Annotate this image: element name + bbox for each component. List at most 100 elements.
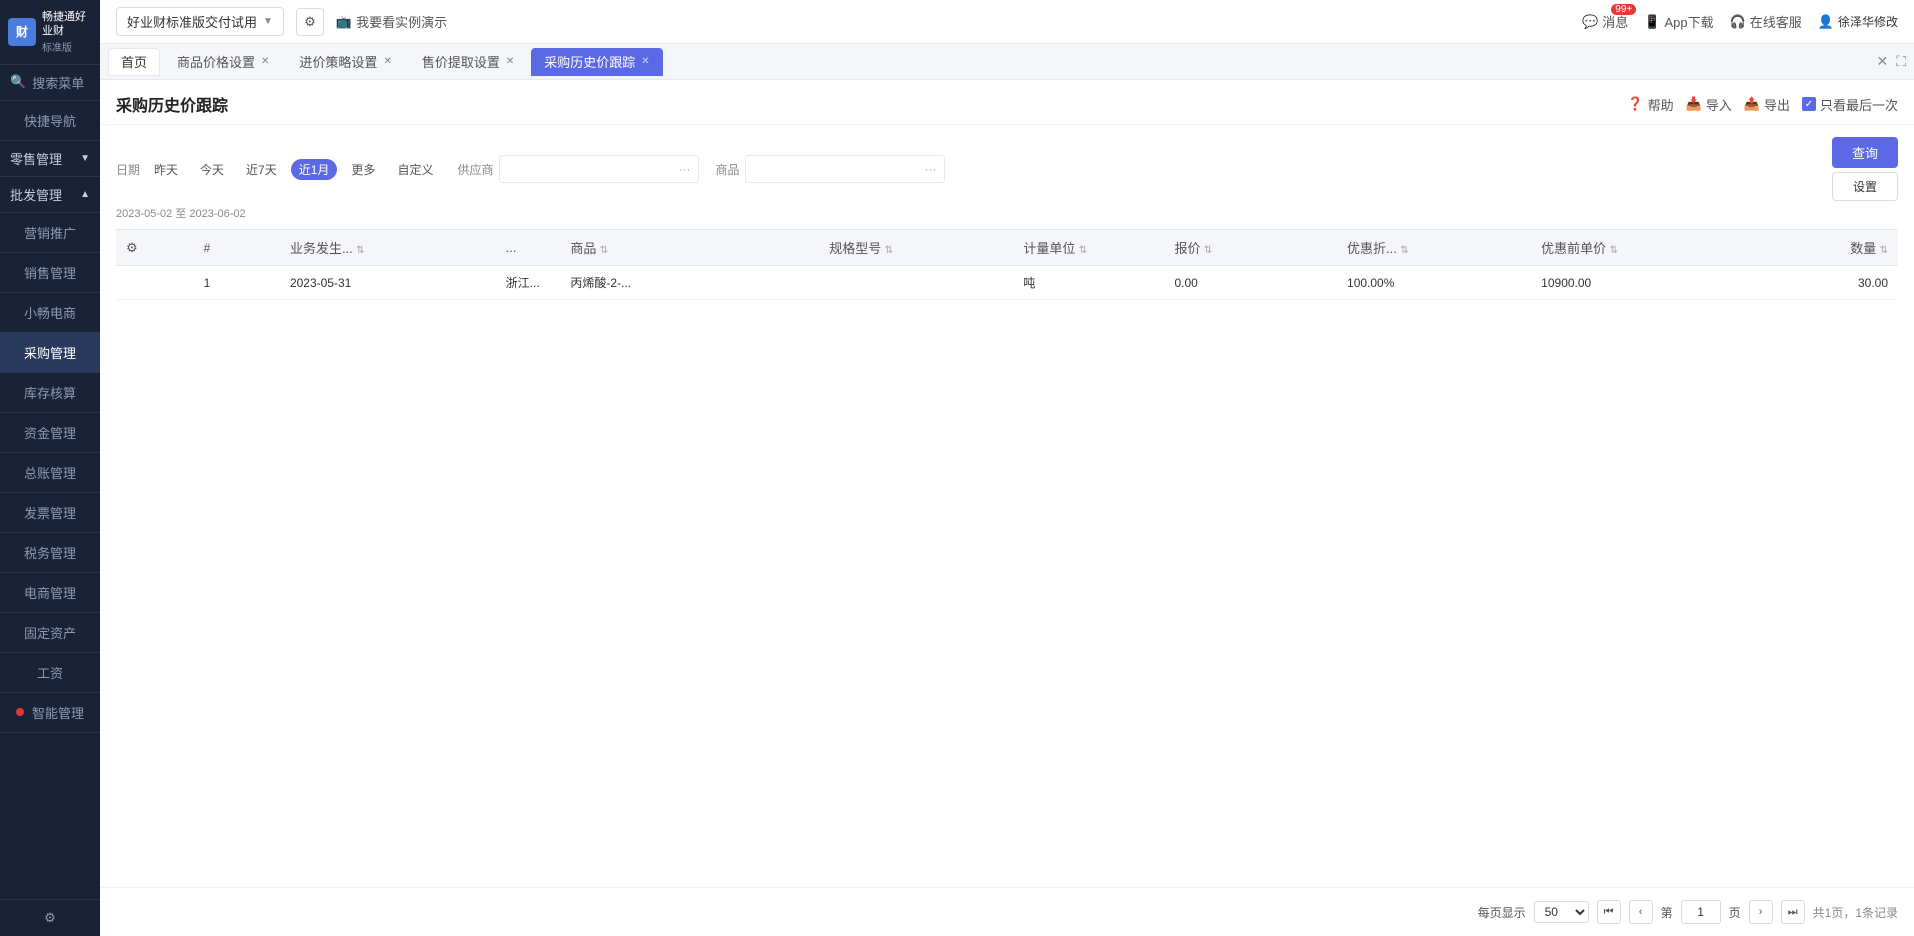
sort-icon: ⇅: [1079, 245, 1087, 256]
online-service-button[interactable]: 🎧 在线客服: [1730, 12, 1802, 31]
gear-icon: ⚙: [304, 14, 316, 30]
sort-icon: ⇅: [1880, 245, 1888, 256]
col-quote-header[interactable]: 报价 ⇅: [1164, 230, 1337, 266]
demo-link[interactable]: 📺 我要看实例演示: [336, 12, 447, 31]
supplier-filter-label: 供应商: [457, 161, 493, 178]
tab-sale-price-extract[interactable]: 售价提取设置 ✕: [409, 48, 527, 76]
messages-button[interactable]: 💬 消息 99+: [1582, 12, 1628, 31]
col-goods-label: 商品: [570, 241, 596, 256]
sort-icon: ⇅: [1400, 245, 1408, 256]
sidebar-item-finance[interactable]: 资金管理: [0, 413, 100, 453]
goods-input[interactable]: ···: [745, 155, 945, 183]
sidebar-item-label: 资金管理: [24, 423, 76, 442]
sidebar-item-invoice[interactable]: 发票管理: [0, 493, 100, 533]
help-icon: ❓: [1627, 96, 1643, 112]
col-more-label: ...: [506, 240, 517, 255]
prev-page-button[interactable]: ‹: [1629, 900, 1653, 924]
table-row: 1 2023-05-31 浙江... 丙烯酸-2-... 吨 0.00 100.…: [116, 266, 1898, 300]
sidebar-item-ecom-small[interactable]: 小畅电商: [0, 293, 100, 333]
app-edition: 标准版: [42, 39, 92, 54]
row-num-cell: 1: [194, 266, 280, 300]
date-btn-more[interactable]: 更多: [343, 159, 383, 180]
sidebar-item-assets[interactable]: 固定资产: [0, 613, 100, 653]
version-settings-button[interactable]: ⚙: [296, 8, 324, 36]
tab-price-settings[interactable]: 商品价格设置 ✕: [164, 48, 282, 76]
export-button[interactable]: 📤 导出: [1744, 95, 1790, 114]
version-label: 好业财标准版交付试用: [127, 12, 257, 31]
last-page-button[interactable]: ⏭: [1781, 900, 1805, 924]
sidebar-item-purchase[interactable]: 采购管理: [0, 333, 100, 373]
version-selector[interactable]: 好业财标准版交付试用 ▼: [116, 7, 284, 36]
sidebar-item-marketing[interactable]: 营销推广: [0, 213, 100, 253]
row-quote-cell: 0.00: [1164, 266, 1337, 300]
filter-bar: 日期 昨天 今天 近7天 近1月 更多 自定义 供应商 ··· 商品 ···: [100, 125, 1914, 213]
col-quote-label: 报价: [1174, 241, 1200, 256]
close-icon[interactable]: ✕: [261, 56, 269, 67]
goods-filter-group: 商品 ···: [715, 155, 945, 183]
sidebar-item-tax[interactable]: 税务管理: [0, 533, 100, 573]
tab-home[interactable]: 首页: [108, 48, 160, 76]
row-unit-cell: 吨: [1013, 266, 1164, 300]
date-btn-1month[interactable]: 近1月: [291, 159, 338, 180]
app-download-button[interactable]: 📱 App下载: [1644, 12, 1713, 31]
quick-nav-item[interactable]: 快捷导航: [0, 101, 100, 141]
close-icon[interactable]: ✕: [506, 56, 514, 67]
col-discount-header[interactable]: 优惠折... ⇅: [1337, 230, 1531, 266]
search-menu-item[interactable]: 🔍 搜索菜单: [0, 65, 100, 101]
only-latest-checkbox[interactable]: ✓ 只看最后一次: [1802, 95, 1898, 114]
tab-purchase-history-price[interactable]: 采购历史价跟踪 ✕: [531, 48, 662, 76]
first-page-button[interactable]: ⏮: [1597, 900, 1621, 924]
col-unit-header[interactable]: 计量单位 ⇅: [1013, 230, 1164, 266]
col-more-header[interactable]: ...: [496, 230, 561, 266]
page-content: 采购历史价跟踪 ❓ 帮助 📥 导入 📤 导出 ✓ 只看最后一次: [100, 80, 1914, 936]
close-icon[interactable]: ✕: [641, 56, 649, 67]
search-menu-label: 搜索菜单: [32, 73, 84, 92]
row-supplier-cell: 浙江...: [496, 266, 561, 300]
supplier-input[interactable]: ···: [499, 155, 699, 183]
page-number-input[interactable]: [1681, 900, 1721, 924]
close-icon[interactable]: ✕: [383, 56, 391, 67]
sort-icon: ⇅: [885, 245, 893, 256]
next-page-button[interactable]: ›: [1749, 900, 1773, 924]
sidebar-item-ledger[interactable]: 总账管理: [0, 453, 100, 493]
total-records-label: 共1页，1条记录: [1813, 904, 1898, 921]
col-goods-header[interactable]: 商品 ⇅: [560, 230, 819, 266]
app-download-label: App下载: [1664, 12, 1713, 31]
col-spec-header[interactable]: 规格型号 ⇅: [819, 230, 1013, 266]
sidebar-item-inventory[interactable]: 库存核算: [0, 373, 100, 413]
sidebar-item-ai[interactable]: 智能管理: [0, 693, 100, 733]
close-window-icon[interactable]: ✕: [1876, 53, 1888, 70]
col-settings-header[interactable]: ⚙: [116, 230, 194, 266]
sidebar-settings-button[interactable]: ⚙: [0, 899, 100, 936]
demo-label: 我要看实例演示: [356, 12, 447, 31]
sidebar-item-label: 工资: [37, 663, 63, 682]
query-button[interactable]: 查询: [1832, 137, 1898, 168]
gear-icon: ⚙: [44, 910, 56, 925]
date-btn-custom[interactable]: 自定义: [389, 159, 441, 180]
date-btn-7days[interactable]: 近7天: [238, 159, 285, 180]
help-link[interactable]: ❓ 帮助: [1627, 95, 1673, 114]
page-label: 第: [1661, 904, 1673, 921]
col-date-header[interactable]: 业务发生... ⇅: [280, 230, 496, 266]
date-btn-yesterday[interactable]: 昨天: [146, 159, 186, 180]
maximize-icon[interactable]: ⛶: [1896, 53, 1906, 70]
sidebar-item-wholesale[interactable]: 批发管理 ▲: [0, 177, 100, 213]
col-qty-header[interactable]: 数量 ⇅: [1747, 230, 1898, 266]
data-table: ⚙ # 业务发生... ⇅ ... 商品 ⇅: [116, 229, 1898, 300]
sidebar-item-label: 固定资产: [24, 623, 76, 642]
tab-purchase-price-strategy[interactable]: 进价策略设置 ✕: [286, 48, 404, 76]
per-page-select[interactable]: 50 100 200: [1534, 901, 1589, 923]
col-unit-label: 计量单位: [1023, 241, 1075, 256]
supplier-filter-group: 供应商 ···: [457, 155, 699, 183]
row-settings-cell: [116, 266, 194, 300]
import-button[interactable]: 📥 导入: [1686, 95, 1732, 114]
sidebar-item-payroll[interactable]: 工资: [0, 653, 100, 693]
user-menu-button[interactable]: 👤 徐泽华修改: [1818, 13, 1898, 30]
date-btn-today[interactable]: 今天: [192, 159, 232, 180]
settings-button[interactable]: 设置: [1832, 172, 1898, 201]
sidebar-item-sales[interactable]: 销售管理: [0, 253, 100, 293]
sidebar-item-retail[interactable]: 零售管理 ▼: [0, 141, 100, 177]
sidebar-item-label: 智能管理: [32, 703, 84, 722]
col-pre-price-header[interactable]: 优惠前单价 ⇅: [1531, 230, 1747, 266]
sidebar-item-ecom[interactable]: 电商管理: [0, 573, 100, 613]
